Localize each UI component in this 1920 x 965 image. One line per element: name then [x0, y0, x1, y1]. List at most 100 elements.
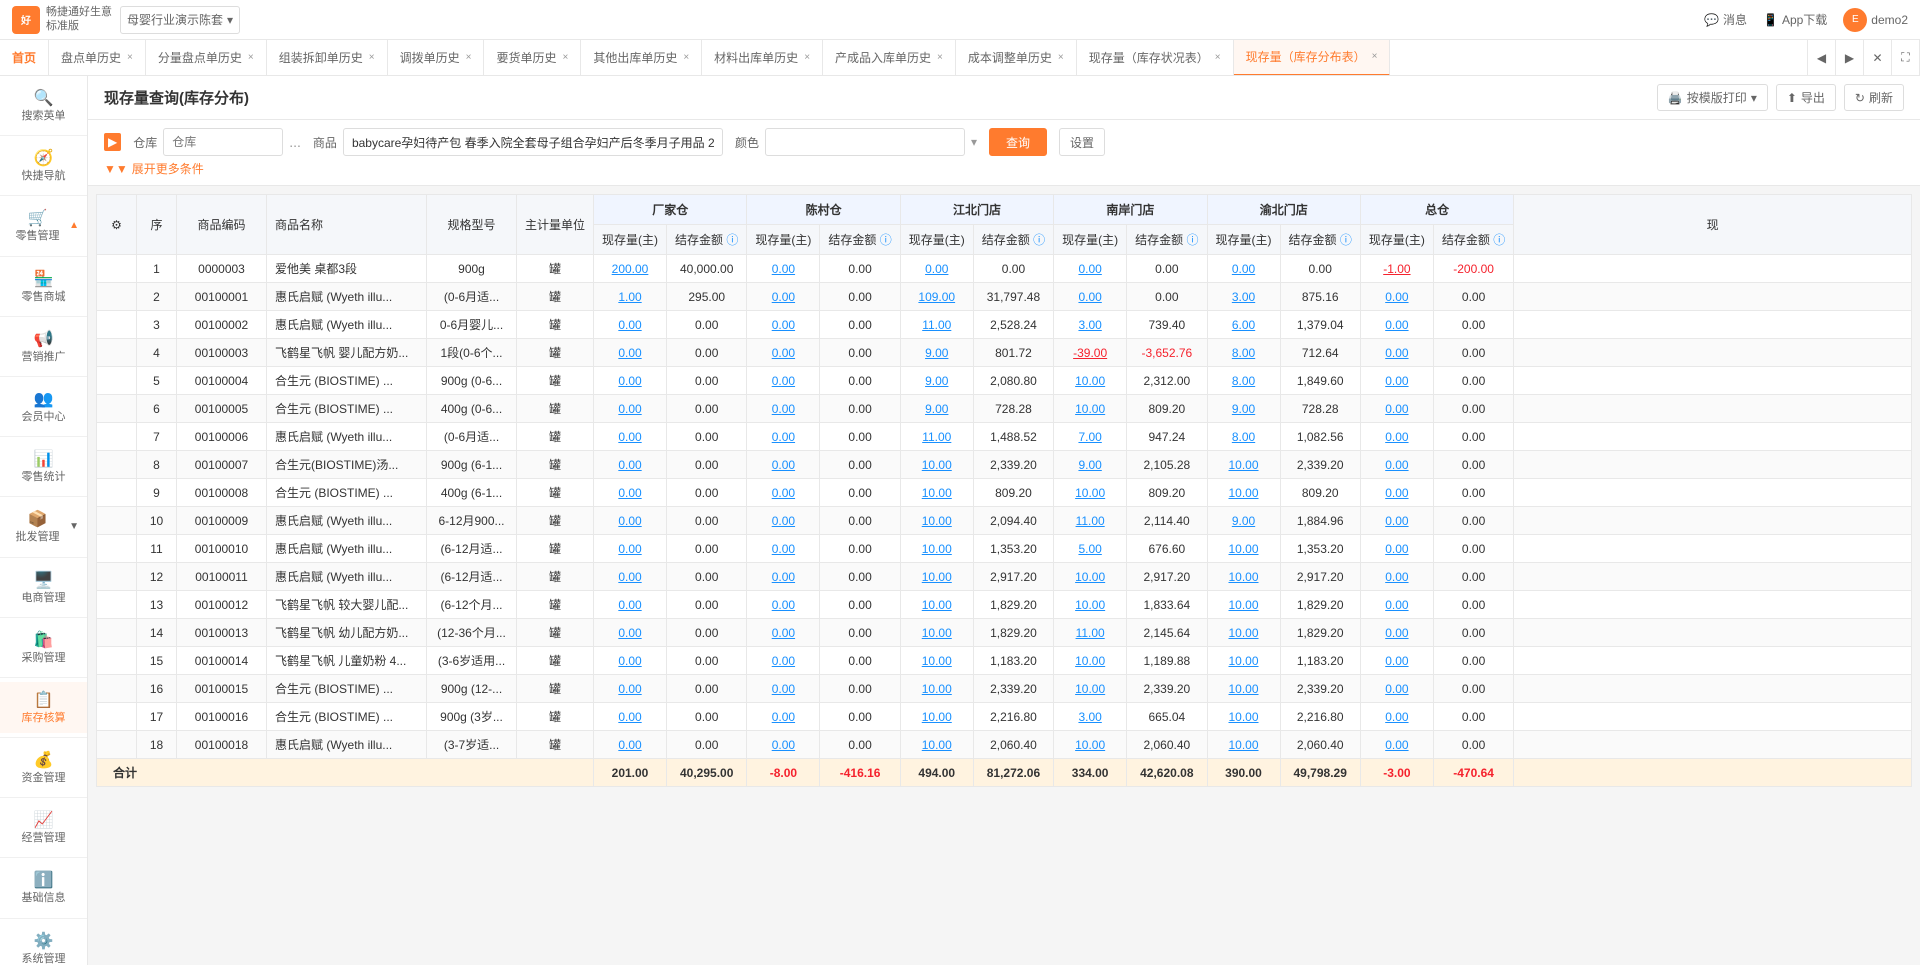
table-cell[interactable]: 8.00 — [1207, 423, 1280, 451]
table-cell[interactable]: 10.00 — [1054, 591, 1127, 619]
table-cell[interactable]: 10.00 — [900, 507, 973, 535]
table-cell[interactable]: 10.00 — [1207, 647, 1280, 675]
table-container[interactable]: ⚙ 序 商品编码 商品名称 规格型号 主计量单位 厂家仓 陈村仓 江北门店 南岸… — [88, 186, 1920, 965]
tab-cost-adjust[interactable]: 成本调整单历史 × — [956, 40, 1077, 76]
table-cell[interactable]: 5.00 — [1054, 535, 1127, 563]
table-cell[interactable]: 9.00 — [1054, 451, 1127, 479]
table-cell[interactable]: 0.00 — [1360, 619, 1433, 647]
color-input[interactable] — [765, 128, 965, 156]
table-cell[interactable]: 10.00 — [1207, 563, 1280, 591]
table-cell[interactable]: 0.00 — [1360, 731, 1433, 759]
table-cell[interactable]: 0.00 — [594, 479, 667, 507]
table-cell[interactable]: 11.00 — [1054, 507, 1127, 535]
table-cell[interactable]: 10.00 — [1207, 703, 1280, 731]
table-cell[interactable]: 9.00 — [1207, 507, 1280, 535]
table-cell[interactable]: 10.00 — [1054, 731, 1127, 759]
sidebar-item-ecommerce[interactable]: 🖥️ 电商管理 — [0, 562, 87, 613]
table-cell[interactable]: 0.00 — [1360, 675, 1433, 703]
refresh-button[interactable]: ↻ 刷新 — [1844, 84, 1904, 111]
table-cell[interactable]: 3.00 — [1054, 311, 1127, 339]
table-cell[interactable]: 0.00 — [747, 479, 820, 507]
table-cell[interactable]: 7.00 — [1054, 423, 1127, 451]
industry-dropdown[interactable]: 母婴行业演示陈套 ▾ — [120, 6, 240, 34]
table-cell[interactable]: 0.00 — [594, 647, 667, 675]
table-cell[interactable]: 200.00 — [594, 255, 667, 283]
table-cell[interactable]: 0.00 — [747, 703, 820, 731]
table-cell[interactable]: 10.00 — [900, 731, 973, 759]
table-cell[interactable]: 0.00 — [747, 395, 820, 423]
table-cell[interactable]: 0.00 — [594, 311, 667, 339]
app-download-btn[interactable]: 📱 App下载 — [1763, 11, 1827, 28]
table-cell[interactable]: 0.00 — [1360, 283, 1433, 311]
table-cell[interactable]: 3.00 — [1054, 703, 1127, 731]
sidebar-item-purchase[interactable]: 🛍️ 采购管理 — [0, 622, 87, 673]
table-cell[interactable]: 0.00 — [1360, 451, 1433, 479]
table-cell[interactable]: 0.00 — [1360, 367, 1433, 395]
table-cell[interactable]: 0.00 — [594, 423, 667, 451]
table-cell[interactable]: 0.00 — [747, 507, 820, 535]
sidebar-item-retail-stats[interactable]: 📊 零售统计 — [0, 441, 87, 492]
table-cell[interactable]: 0.00 — [594, 535, 667, 563]
close-icon[interactable]: × — [1215, 52, 1221, 63]
settings-col-header[interactable]: ⚙ — [97, 195, 137, 255]
table-cell[interactable]: 11.00 — [900, 423, 973, 451]
table-cell[interactable]: 0.00 — [747, 451, 820, 479]
tab-product-inbound[interactable]: 产成品入库单历史 × — [823, 40, 956, 76]
table-cell[interactable]: 10.00 — [1054, 367, 1127, 395]
sidebar-item-basic-info[interactable]: ℹ️ 基础信息 — [0, 862, 87, 913]
query-button[interactable]: 查询 — [989, 128, 1047, 156]
table-cell[interactable]: 0.00 — [1360, 423, 1433, 451]
table-cell[interactable]: 11.00 — [900, 311, 973, 339]
table-cell[interactable]: 0.00 — [594, 507, 667, 535]
close-icon[interactable]: × — [466, 52, 472, 63]
tab-requisition[interactable]: 要货单历史 × — [484, 40, 581, 76]
table-cell[interactable]: -39.00 — [1054, 339, 1127, 367]
table-cell[interactable]: 0.00 — [1360, 647, 1433, 675]
close-icon[interactable]: × — [369, 52, 375, 63]
sidebar-item-quicknav[interactable]: 🧭 快捷导航 — [0, 140, 87, 191]
table-cell[interactable]: 10.00 — [900, 619, 973, 647]
sidebar-item-member[interactable]: 👥 会员中心 — [0, 381, 87, 432]
table-cell[interactable]: 0.00 — [747, 311, 820, 339]
table-cell[interactable]: 0.00 — [594, 563, 667, 591]
sidebar-item-operations[interactable]: 📈 经营管理 — [0, 802, 87, 853]
table-cell[interactable]: 0.00 — [594, 339, 667, 367]
sidebar-item-system[interactable]: ⚙️ 系统管理 — [0, 923, 87, 965]
sidebar-item-search[interactable]: 🔍 搜索英单 — [0, 80, 87, 131]
table-cell[interactable]: 109.00 — [900, 283, 973, 311]
table-cell[interactable]: 0.00 — [900, 255, 973, 283]
table-cell[interactable]: 8.00 — [1207, 339, 1280, 367]
table-cell[interactable]: 0.00 — [747, 255, 820, 283]
sidebar-item-retail-manage[interactable]: 🛒 零售管理 ▲ — [0, 200, 87, 251]
close-icon[interactable]: × — [1058, 52, 1064, 63]
table-cell[interactable]: 9.00 — [900, 339, 973, 367]
tab-next-btn[interactable]: ▶ — [1836, 40, 1864, 76]
table-cell[interactable]: 8.00 — [1207, 367, 1280, 395]
collapse-arrow[interactable]: ▶ — [104, 133, 121, 151]
table-cell[interactable]: 10.00 — [900, 451, 973, 479]
print-button[interactable]: 🖨️ 按模版打印 ▾ — [1657, 84, 1768, 111]
message-btn[interactable]: 💬 消息 — [1704, 11, 1747, 28]
table-cell[interactable]: 9.00 — [900, 367, 973, 395]
table-cell[interactable]: 0.00 — [1360, 507, 1433, 535]
table-cell[interactable]: 10.00 — [1207, 451, 1280, 479]
table-cell[interactable]: 0.00 — [1360, 703, 1433, 731]
close-icon[interactable]: × — [937, 52, 943, 63]
close-icon[interactable]: × — [683, 52, 689, 63]
tab-assembly[interactable]: 组装拆卸单历史 × — [267, 40, 388, 76]
table-cell[interactable]: 0.00 — [594, 591, 667, 619]
table-cell[interactable]: 10.00 — [1207, 619, 1280, 647]
table-cell[interactable]: 0.00 — [747, 283, 820, 311]
table-cell[interactable]: 10.00 — [1207, 535, 1280, 563]
goods-input[interactable] — [343, 128, 723, 156]
table-cell[interactable]: 10.00 — [1054, 647, 1127, 675]
close-icon[interactable]: × — [804, 52, 810, 63]
table-cell[interactable]: 0.00 — [1360, 479, 1433, 507]
warehouse-dots-btn[interactable]: ... — [289, 134, 301, 150]
tab-inventory-check[interactable]: 盘点单历史 × — [49, 40, 146, 76]
expand-condition-btn[interactable]: ▼▼ 展开更多条件 — [104, 160, 1904, 177]
export-button[interactable]: ⬆ 导出 — [1776, 84, 1836, 111]
table-cell[interactable]: 10.00 — [1207, 479, 1280, 507]
user-menu[interactable]: E demo2 — [1843, 8, 1908, 32]
table-cell[interactable]: 10.00 — [1054, 395, 1127, 423]
